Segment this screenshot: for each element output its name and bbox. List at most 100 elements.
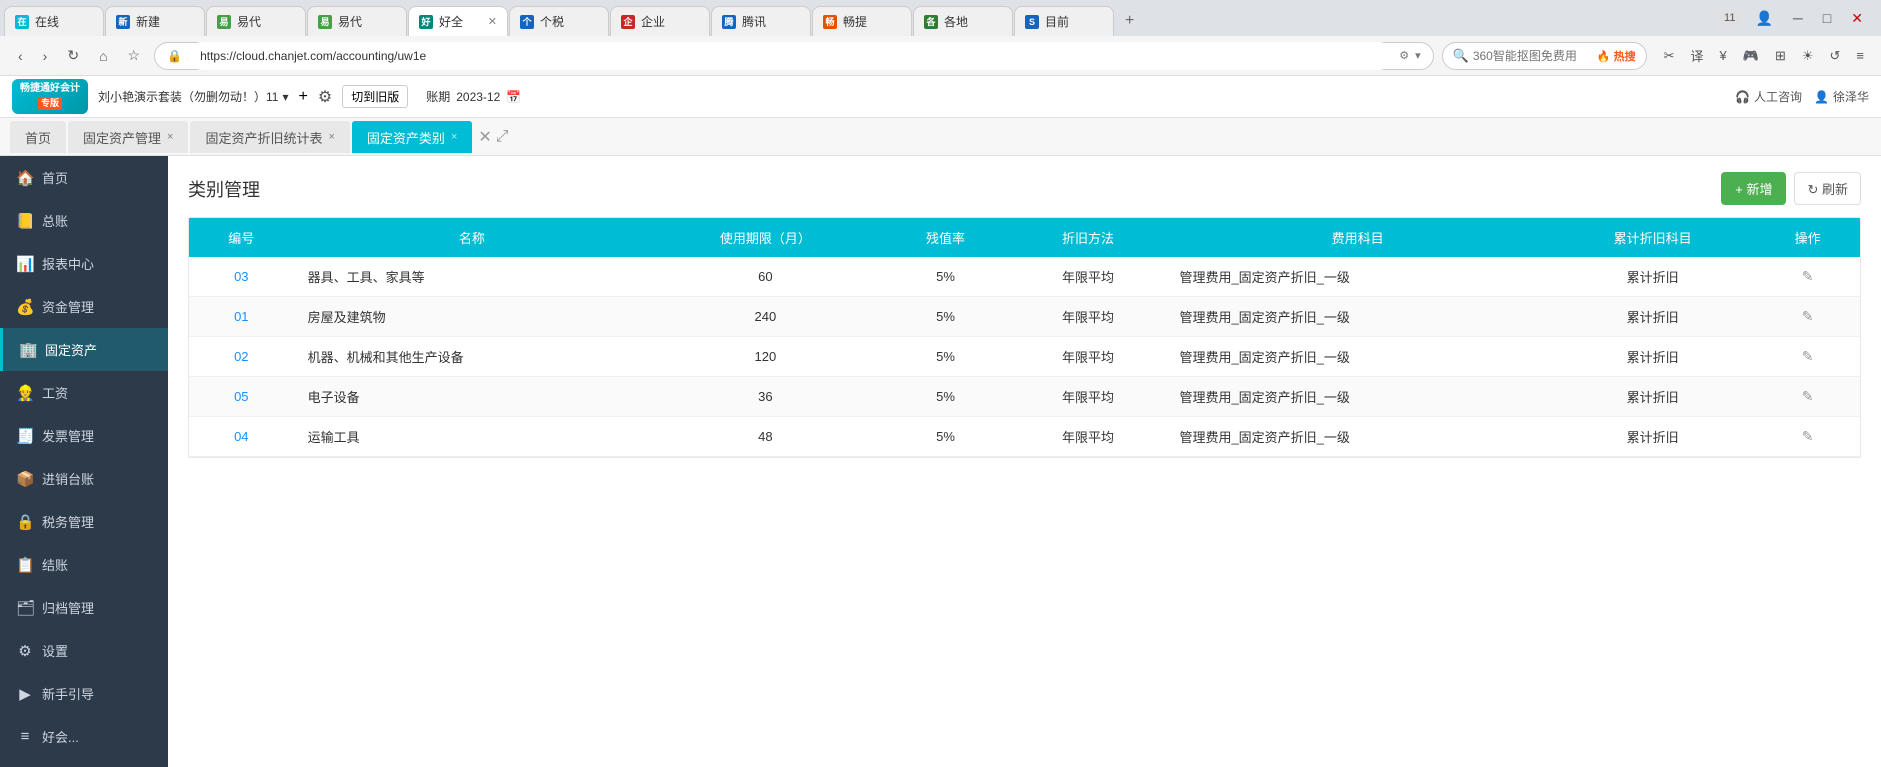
profile-icon[interactable]: 👤 [1749, 8, 1778, 29]
sidebar-item-settlement[interactable]: 📋结账 [0, 543, 168, 586]
sidebar-item-tax[interactable]: 🔒税务管理 [0, 500, 168, 543]
sidebar-item-settings[interactable]: ⚙设置 [0, 629, 168, 672]
sidebar-item-purchase-sales[interactable]: 📦进销台账 [0, 457, 168, 500]
row-expense: 管理费用_固定资产折旧_一级 [1165, 297, 1549, 337]
tab-close-icon[interactable]: ✕ [488, 15, 497, 28]
service-btn[interactable]: 🎧 人工咨询 [1735, 88, 1802, 105]
page-tab-depreciation-report[interactable]: 固定资产折旧统计表 × [190, 121, 349, 153]
avatar-icon: 👤 [1814, 90, 1829, 104]
new-tab-btn[interactable]: + [1115, 6, 1145, 36]
hot-label: 🔥 热搜 [1597, 48, 1636, 64]
row-edit[interactable]: ✎ [1755, 337, 1860, 377]
browser-tab-tab10[interactable]: 各各地 [913, 6, 1013, 36]
page-tab-close-icon[interactable]: × [451, 131, 457, 143]
url-input[interactable] [188, 42, 1393, 70]
sidebar-item-fixed-assets[interactable]: 🏢固定资产 [0, 328, 168, 371]
search-input[interactable] [1473, 49, 1593, 63]
settings-icon: ⚙ [16, 642, 34, 660]
sidebar-item-guide[interactable]: ▶新手引导 [0, 672, 168, 715]
undo-icon[interactable]: ↺ [1825, 46, 1846, 66]
settings-btn[interactable]: ⚙ [318, 87, 332, 107]
row-edit[interactable]: ✎ [1755, 297, 1860, 337]
tab-label: 畅提 [843, 13, 867, 30]
sidebar-item-label: 报表中心 [42, 254, 94, 273]
sidebar-item-more[interactable]: ≡好会... [0, 715, 168, 758]
browser-tab-tab2[interactable]: 新新建 [105, 6, 205, 36]
scissors-icon[interactable]: ✂ [1659, 46, 1680, 66]
page-tab-fixed-assets-category[interactable]: 固定资产类别× [352, 121, 472, 153]
grid-icon[interactable]: ⊞ [1770, 46, 1791, 66]
browser-tab-tab7[interactable]: 企企业 [610, 6, 710, 36]
reload-btn[interactable]: ↻ [61, 43, 85, 68]
sun-icon[interactable]: ☀ [1797, 46, 1819, 66]
browser-tab-tab9[interactable]: 畅畅提 [812, 6, 912, 36]
row-edit[interactable]: ✎ [1755, 417, 1860, 457]
tab-count-badge[interactable]: 11 [1718, 10, 1741, 26]
browser-tab-tab6[interactable]: 个个税 [509, 6, 609, 36]
row-method: 年限平均 [1010, 377, 1165, 417]
row-expense: 管理费用_固定资产折旧_一级 [1165, 377, 1549, 417]
page-tab-close-icon[interactable]: × [167, 131, 173, 143]
site-info-icon[interactable]: ⚙ [1399, 49, 1409, 62]
close-tab-btn[interactable]: ✕ [478, 127, 491, 147]
refresh-btn[interactable]: ↻ 刷新 [1794, 172, 1861, 205]
dropdown-arrow[interactable]: ▾ [1415, 49, 1421, 62]
browser-tab-tab5[interactable]: 好好全✕ [408, 6, 508, 36]
expand-tab-btn[interactable]: ⤢ [496, 128, 509, 146]
menu-icon[interactable]: ≡ [1851, 46, 1869, 65]
sidebar-item-reports[interactable]: 📊报表中心 [0, 242, 168, 285]
user-avatar-area[interactable]: 👤 徐泽华 [1814, 88, 1869, 105]
calendar-icon[interactable]: 📅 [506, 90, 521, 104]
table-body: 03器具、工具、家具等605%年限平均管理费用_固定资产折旧_一级累计折旧✎01… [189, 257, 1860, 457]
edit-icon[interactable]: ✎ [1802, 388, 1814, 404]
edit-icon[interactable]: ✎ [1802, 348, 1814, 364]
row-residual: 5% [881, 337, 1011, 377]
edit-icon[interactable]: ✎ [1802, 268, 1814, 284]
browser-tab-tab1[interactable]: 在在线 [4, 6, 104, 36]
add-dataset-btn[interactable]: + [299, 88, 308, 106]
browser-tab-tab3[interactable]: 易易代 [206, 6, 306, 36]
maximize-btn[interactable]: □ [1817, 8, 1837, 28]
sidebar-item-cash[interactable]: 💰资金管理 [0, 285, 168, 328]
row-edit[interactable]: ✎ [1755, 257, 1860, 297]
edit-icon[interactable]: ✎ [1802, 428, 1814, 444]
settlement-icon: 📋 [16, 556, 34, 574]
sidebar-item-invoice[interactable]: 🧾发票管理 [0, 414, 168, 457]
page-tab-fixed-assets-mgmt[interactable]: 固定资产管理× [68, 121, 188, 153]
page-tab-home[interactable]: 首页 [10, 121, 66, 153]
tab-favicon: 好 [419, 15, 433, 29]
bookmark-btn[interactable]: ☆ [122, 43, 147, 68]
page-tab-label: 固定资产折旧统计表 [205, 128, 322, 147]
row-residual: 5% [881, 297, 1011, 337]
browser-tab-tab4[interactable]: 易易代 [307, 6, 407, 36]
close-window-btn[interactable]: ✕ [1845, 8, 1869, 29]
row-edit[interactable]: ✎ [1755, 377, 1860, 417]
sidebar-item-ledger[interactable]: 📒总账 [0, 199, 168, 242]
forward-btn[interactable]: › [37, 44, 54, 68]
browser-tab-tab8[interactable]: 腾腾讯 [711, 6, 811, 36]
user-dropdown-icon[interactable]: ▾ [282, 90, 288, 104]
tab-favicon: 新 [116, 15, 130, 29]
yuan-icon[interactable]: ¥ [1715, 46, 1732, 65]
sidebar-item-salary[interactable]: 👷工资 [0, 371, 168, 414]
row-residual: 5% [881, 377, 1011, 417]
minimize-btn[interactable]: ─ [1787, 8, 1809, 28]
page-tab-close-icon[interactable]: × [328, 131, 334, 143]
game-icon[interactable]: 🎮 [1738, 46, 1764, 66]
add-btn[interactable]: + 新增 [1721, 172, 1786, 205]
row-method: 年限平均 [1010, 417, 1165, 457]
back-btn[interactable]: ‹ [12, 44, 29, 68]
purchase-sales-icon: 📦 [16, 470, 34, 488]
content-header: 类别管理 + 新增 ↻ 刷新 [168, 156, 1881, 217]
home-btn[interactable]: ⌂ [93, 44, 113, 68]
edit-icon[interactable]: ✎ [1802, 308, 1814, 324]
translate-icon[interactable]: 译 [1686, 44, 1709, 67]
sidebar-item-home[interactable]: 🏠首页 [0, 156, 168, 199]
row-name: 机器、机械和其他生产设备 [294, 337, 650, 377]
header-actions: + 新增 ↻ 刷新 [1721, 172, 1861, 205]
sidebar-item-archive[interactable]: 🗂归档管理 [0, 586, 168, 629]
browser-tab-tab11[interactable]: S目前 [1014, 6, 1114, 36]
switch-version-btn[interactable]: 切到旧版 [342, 85, 408, 108]
home-icon: 🏠 [16, 169, 34, 187]
row-method: 年限平均 [1010, 337, 1165, 377]
